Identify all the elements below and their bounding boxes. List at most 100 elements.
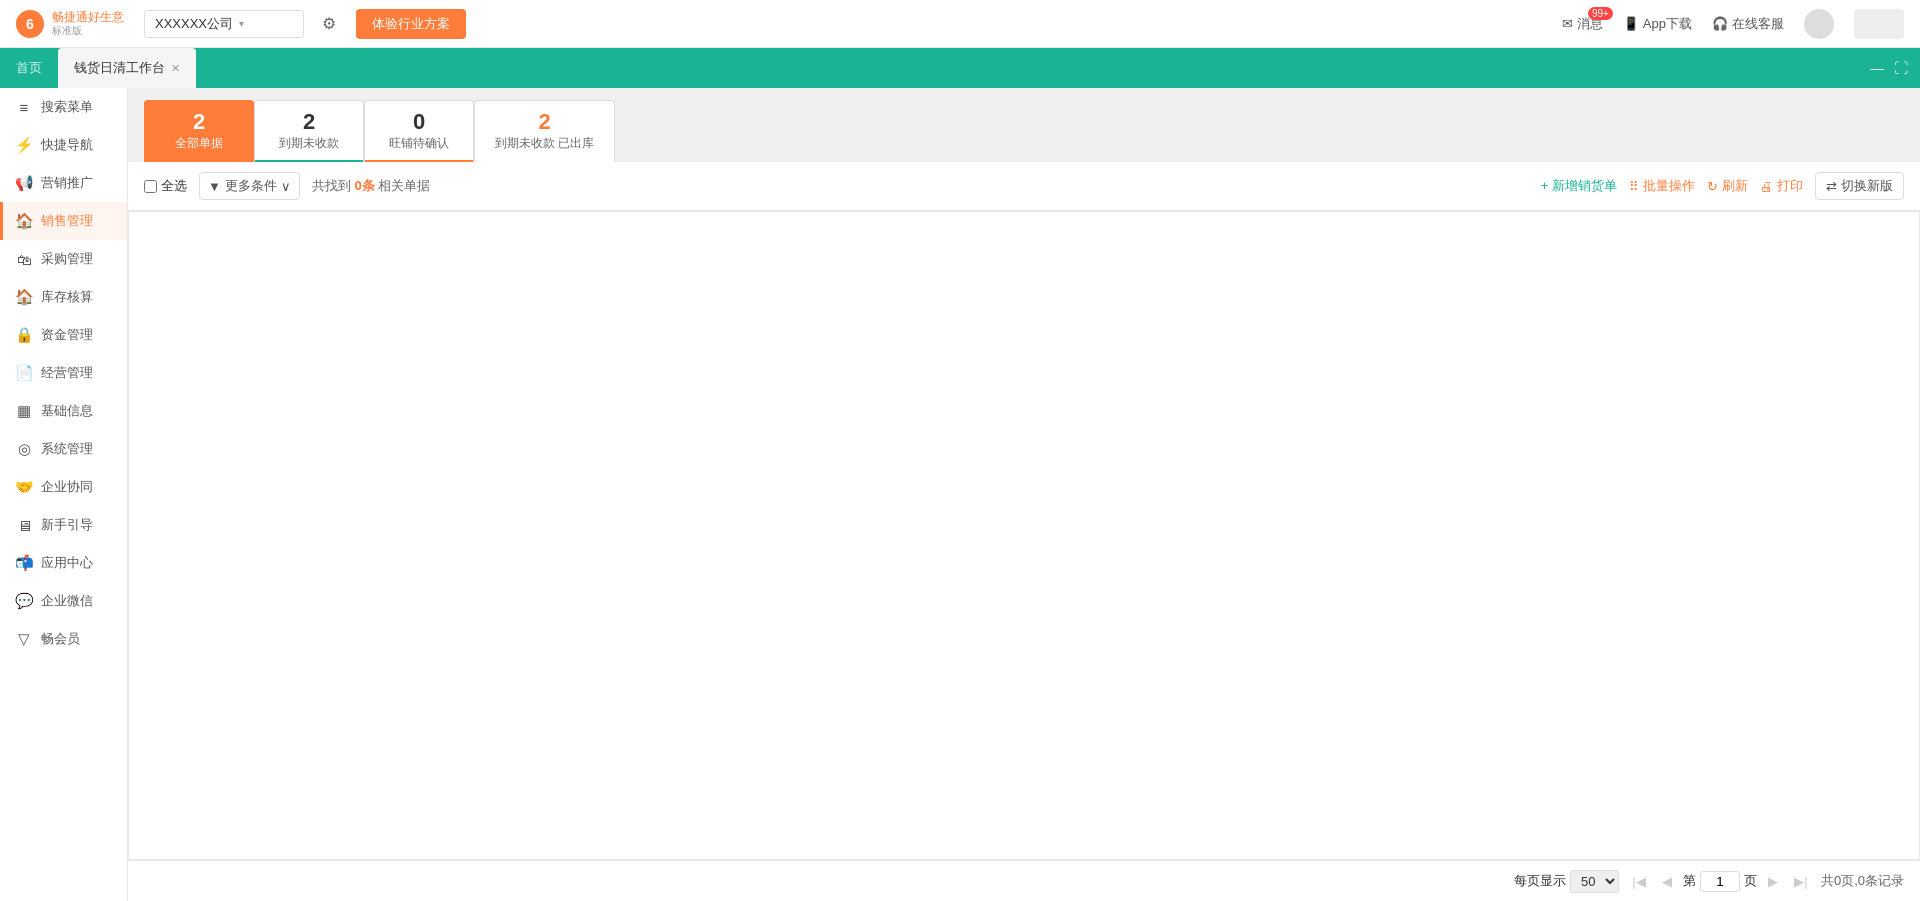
sidebar-item-sales[interactable]: 🏠 销售管理	[0, 202, 127, 240]
user-name	[1854, 9, 1904, 39]
page-size-selector: 每页显示 50	[1514, 870, 1619, 893]
batch-operation-button[interactable]: ⠿ 批量操作	[1629, 177, 1695, 195]
company-name: XXXXXX公司	[155, 15, 233, 33]
wechat-icon: 💬	[15, 592, 33, 610]
finance-icon: 🔒	[15, 326, 33, 344]
page-number-input[interactable]	[1700, 871, 1740, 892]
next-page-button[interactable]: ▶	[1761, 869, 1785, 893]
app-download-button[interactable]: 📱 App下载	[1623, 15, 1692, 33]
stat-label-wangpu: 旺铺待确认	[385, 135, 453, 152]
purchase-icon: 🛍	[15, 250, 33, 268]
print-button[interactable]: 🖨 打印	[1760, 177, 1803, 195]
found-text: 共找到 0条 相关单据	[312, 177, 430, 195]
tab-home[interactable]: 首页	[0, 48, 58, 88]
avatar[interactable]	[1804, 9, 1834, 39]
page-navigation: |◀ ◀ 第 页 ▶ ▶|	[1627, 869, 1813, 893]
headset-icon: 🎧	[1712, 16, 1728, 31]
stat-num-all: 2	[165, 111, 233, 133]
sidebar-item-inventory[interactable]: 🏠 库存核算	[0, 278, 127, 316]
message-badge: 99+	[1588, 7, 1613, 20]
logo-text: 畅捷通好生意 标准版	[52, 10, 124, 36]
guide-icon: 🖥	[15, 516, 33, 534]
system-icon: ◎	[15, 440, 33, 458]
table-area	[128, 211, 1920, 860]
basic-info-icon: ▦	[15, 402, 33, 420]
stats-tabs: 2 全部单据 2 到期未收款 0 旺铺待确认 2 到期未收款 已出库	[128, 88, 1920, 162]
switch-version-button[interactable]: ⇄ 切换新版	[1815, 172, 1904, 200]
refresh-button[interactable]: ↻ 刷新	[1707, 177, 1748, 195]
sidebar: ≡ 搜索菜单 ⚡ 快捷导航 📢 营销推广 🏠 销售管理 🛍 采购管理 🏠 库存核…	[0, 88, 128, 901]
quicknav-icon: ⚡	[15, 136, 33, 154]
stat-label-overdue-shipped: 到期未收款 已出库	[495, 135, 594, 152]
sales-icon: 🏠	[15, 212, 33, 230]
appstore-icon: 📬	[15, 554, 33, 572]
content-area: 2 全部单据 2 到期未收款 0 旺铺待确认 2 到期未收款 已出库 全选	[128, 88, 1920, 901]
sidebar-item-search[interactable]: ≡ 搜索菜单	[0, 88, 127, 126]
main-layout: ≡ 搜索菜单 ⚡ 快捷导航 📢 营销推广 🏠 销售管理 🛍 采购管理 🏠 库存核…	[0, 88, 1920, 901]
sidebar-item-appstore[interactable]: 📬 应用中心	[0, 544, 127, 582]
toolbar-right: + 新增销货单 ⠿ 批量操作 ↻ 刷新 🖨 打印 ⇄ 切换新版	[1541, 172, 1904, 200]
stat-tab-overdue-shipped[interactable]: 2 到期未收款 已出库	[474, 100, 615, 162]
select-all-checkbox[interactable]: 全选	[144, 177, 187, 195]
logo-icon: 6	[16, 10, 44, 38]
stat-tab-all[interactable]: 2 全部单据	[144, 100, 254, 162]
chevron-filter-icon: ∨	[281, 179, 291, 194]
sidebar-item-system[interactable]: ◎ 系统管理	[0, 430, 127, 468]
tab-qianhuo[interactable]: 钱货日清工作台 ✕	[58, 48, 196, 88]
sidebar-item-purchase[interactable]: 🛍 采购管理	[0, 240, 127, 278]
stat-label-overdue: 到期未收款	[275, 135, 343, 152]
enterprise-icon: 🤝	[15, 478, 33, 496]
sidebar-item-quicknav[interactable]: ⚡ 快捷导航	[0, 126, 127, 164]
pagination: 每页显示 50 |◀ ◀ 第 页 ▶ ▶| 共0页,0条记录	[128, 860, 1920, 901]
first-page-button[interactable]: |◀	[1627, 869, 1651, 893]
sidebar-item-wechat[interactable]: 💬 企业微信	[0, 582, 127, 620]
settings-icon[interactable]: ⚙	[314, 9, 344, 39]
search-menu-icon: ≡	[15, 98, 33, 116]
sidebar-item-finance[interactable]: 🔒 资金管理	[0, 316, 127, 354]
filter-icon: ▼	[208, 179, 221, 194]
print-icon: 🖨	[1760, 179, 1773, 194]
underline-wangpu	[365, 160, 473, 162]
inventory-icon: 🏠	[15, 288, 33, 306]
stat-tab-overdue[interactable]: 2 到期未收款	[254, 100, 364, 162]
stat-num-overdue-shipped: 2	[495, 111, 594, 133]
company-selector[interactable]: XXXXXX公司 ▾	[144, 10, 304, 38]
member-icon: ▽	[15, 630, 33, 648]
logo-area: 6 畅捷通好生意 标准版	[16, 10, 144, 38]
found-count: 0条	[355, 178, 375, 193]
top-header: 6 畅捷通好生意 标准版 XXXXXX公司 ▾ ⚙ 体验行业方案 ✉ 消息 99…	[0, 0, 1920, 48]
chevron-down-icon: ▾	[239, 18, 244, 29]
stat-tab-wangpu[interactable]: 0 旺铺待确认	[364, 100, 474, 162]
stat-label-all: 全部单据	[165, 135, 233, 152]
tab-actions: — ⛶	[1870, 60, 1920, 76]
sidebar-item-marketing[interactable]: 📢 营销推广	[0, 164, 127, 202]
checkbox-input[interactable]	[144, 180, 157, 193]
phone-icon: 📱	[1623, 16, 1639, 31]
message-icon: ✉	[1562, 16, 1573, 31]
sidebar-item-basic-info[interactable]: ▦ 基础信息	[0, 392, 127, 430]
operation-icon: 📄	[15, 364, 33, 382]
sidebar-item-guide[interactable]: 🖥 新手引导	[0, 506, 127, 544]
minimize-icon[interactable]: —	[1870, 60, 1884, 76]
underline-overdue	[255, 160, 363, 162]
trial-button[interactable]: 体验行业方案	[356, 9, 466, 39]
tab-close-icon[interactable]: ✕	[171, 62, 180, 75]
online-service-button[interactable]: 🎧 在线客服	[1712, 15, 1784, 33]
stat-num-overdue: 2	[275, 111, 343, 133]
maximize-icon[interactable]: ⛶	[1894, 60, 1908, 76]
sidebar-item-member[interactable]: ▽ 畅会员	[0, 620, 127, 658]
switch-icon: ⇄	[1826, 179, 1837, 194]
stat-num-wangpu: 0	[385, 111, 453, 133]
prev-page-button[interactable]: ◀	[1655, 869, 1679, 893]
nav-tabs-bar: 首页 钱货日清工作台 ✕ — ⛶	[0, 48, 1920, 88]
filter-button[interactable]: ▼ 更多条件 ∨	[199, 172, 300, 200]
refresh-icon: ↻	[1707, 179, 1718, 194]
total-records: 共0页,0条记录	[1821, 872, 1904, 890]
last-page-button[interactable]: ▶|	[1789, 869, 1813, 893]
marketing-icon: 📢	[15, 174, 33, 192]
sidebar-item-enterprise[interactable]: 🤝 企业协同	[0, 468, 127, 506]
sidebar-item-operation[interactable]: 📄 经营管理	[0, 354, 127, 392]
add-sale-order-button[interactable]: + 新增销货单	[1541, 177, 1617, 195]
page-size-select[interactable]: 50	[1570, 870, 1619, 893]
message-button[interactable]: ✉ 消息 99+	[1562, 15, 1603, 33]
